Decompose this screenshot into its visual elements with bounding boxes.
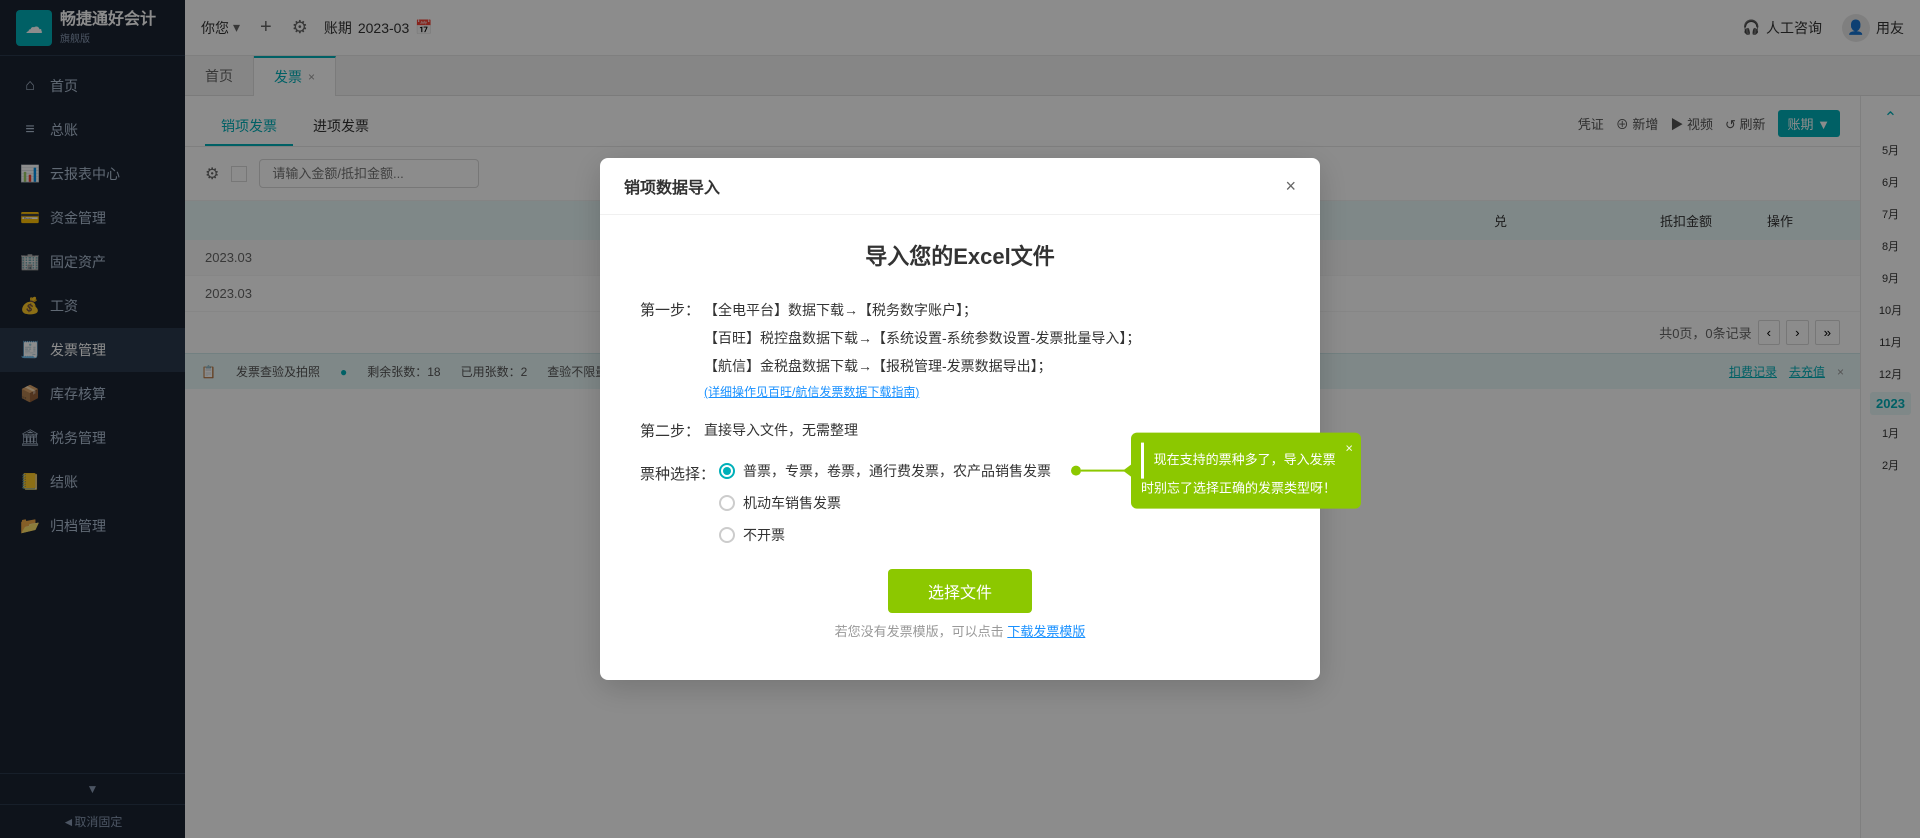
step1-line3: 【航信】金税盘数据下载→【报税管理-发票数据导出】； [704,355,1140,379]
radio-opt3[interactable] [719,527,735,543]
modal-header: 销项数据导入 × [600,158,1320,215]
step1-link-wrap: (详细操作见百旺/航信发票数据下载指南) [704,383,1140,400]
step2-content: 直接导入文件，无需整理 [704,420,858,440]
radio-opt2[interactable] [719,495,735,511]
radio-option-3: 不开票 [719,525,1051,545]
ticket-type-row: 票种选择： 普票，专票，卷票，通行费发票，农产品销售发票 [640,461,1280,545]
radio-opt1[interactable] [719,463,735,479]
modal-main-title: 导入您的Excel文件 [640,239,1280,271]
footer-text: 若您没有发票模版，可以点击 [835,624,1004,639]
modal-actions: 选择文件 [640,569,1280,613]
radio-opt2-label: 机动车销售发票 [743,493,841,513]
radio-group: 普票，专票，卷票，通行费发票，农产品销售发票 现在支持的票种多了，导入发票时别忘… [719,461,1051,545]
tooltip-bar [1141,442,1144,478]
radio-opt1-label: 普票，专票，卷票，通行费发票，农产品销售发票 [743,461,1051,481]
ticket-label: 票种选择： [640,461,715,484]
tooltip-close-btn[interactable]: × [1345,438,1353,459]
step1-row: 第一步： 【全电平台】数据下载→【税务数字账户】； 【百旺】税控盘数据下载→【系… [640,299,1280,399]
tooltip-dot [1071,466,1081,476]
step1-label: 第一步： [640,299,700,320]
radio-opt3-label: 不开票 [743,525,785,545]
step1-line2: 【百旺】税控盘数据下载→【系统设置-系统参数设置-发票批量导入】； [704,327,1140,351]
modal-close-btn[interactable]: × [1285,177,1296,195]
import-modal: 销项数据导入 × 导入您的Excel文件 第一步： 【全电平台】数据下载→【税务… [600,158,1320,679]
step1-line1: 【全电平台】数据下载→【税务数字账户】； [704,299,1140,323]
tooltip-connector: 现在支持的票种多了，导入发票时别忘了选择正确的发票类型呀！ × [1071,432,1361,509]
modal-title: 销项数据导入 [624,174,720,198]
radio-option-1-wrapper: 普票，专票，卷票，通行费发票，农产品销售发票 现在支持的票种多了，导入发票时别忘… [719,461,1051,481]
modal-overlay: 销项数据导入 × 导入您的Excel文件 第一步： 【全电平台】数据下载→【税务… [0,0,1920,838]
radio-option-2: 机动车销售发票 [719,493,1051,513]
step1-guide-link[interactable]: (详细操作见百旺/航信发票数据下载指南) [704,385,919,399]
step1-content: 【全电平台】数据下载→【税务数字账户】； 【百旺】税控盘数据下载→【系统设置-系… [704,299,1140,399]
select-file-btn[interactable]: 选择文件 [888,569,1032,613]
tooltip-arrow [1123,465,1131,477]
tooltip-text: 现在支持的票种多了，导入发票时别忘了选择正确的发票类型呀！ [1141,452,1336,496]
download-template-link[interactable]: 下载发票模版 [1007,624,1085,639]
tooltip-bubble: 现在支持的票种多了，导入发票时别忘了选择正确的发票类型呀！ × [1131,432,1361,509]
modal-footer: 若您没有发票模版，可以点击 下载发票模版 [640,621,1280,648]
modal-body: 导入您的Excel文件 第一步： 【全电平台】数据下载→【税务数字账户】； 【百… [600,215,1320,679]
step2-label: 第二步： [640,420,700,441]
